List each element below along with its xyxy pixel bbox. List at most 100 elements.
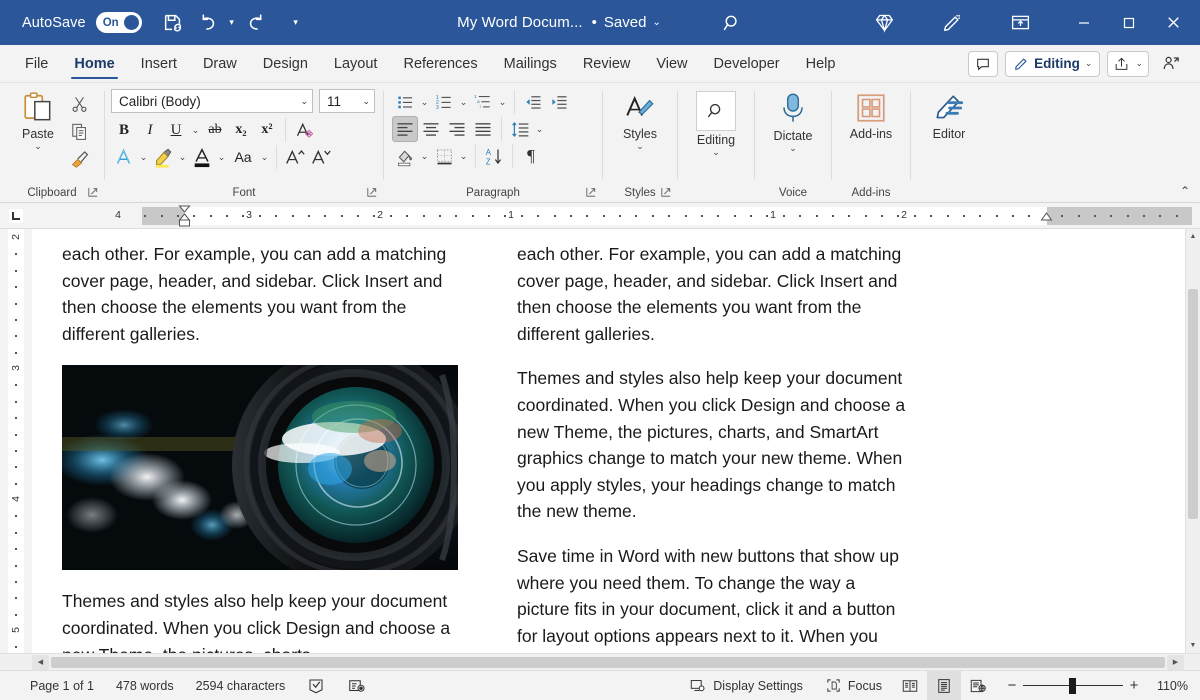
share-button[interactable]: ⌄ <box>1107 51 1149 77</box>
subscript-button[interactable]: x₂ <box>228 117 254 143</box>
change-case-chevron-down-icon[interactable]: ⌄ <box>258 144 271 170</box>
font-dialog-launcher-icon[interactable] <box>367 187 377 200</box>
minimize-icon[interactable] <box>1061 0 1106 45</box>
borders-button[interactable] <box>431 143 457 169</box>
font-name-combobox[interactable]: Calibri (Body) ⌄ <box>111 89 313 113</box>
ribbon-display-options-icon[interactable] <box>1003 6 1037 40</box>
font-color-chevron-down-icon[interactable]: ⌄ <box>215 144 228 170</box>
increase-indent-button[interactable] <box>546 89 572 115</box>
proofing-status[interactable] <box>296 671 336 700</box>
numbering-chevron-down-icon[interactable]: ⌄ <box>457 89 470 115</box>
scroll-down-arrow-icon[interactable]: ▼ <box>1186 638 1200 653</box>
undo-dropdown-chevron-down-icon[interactable]: ▾ <box>224 17 240 28</box>
horizontal-scrollbar-thumb[interactable] <box>51 657 1165 668</box>
styles-dialog-launcher-icon[interactable] <box>661 187 671 200</box>
scroll-up-arrow-icon[interactable]: ▲ <box>1186 229 1200 244</box>
autosave-toggle[interactable]: On <box>96 12 142 33</box>
document-page[interactable]: each other. For example, you can add a m… <box>32 229 1185 653</box>
align-right-button[interactable] <box>444 116 470 142</box>
text-effects-chevron-down-icon[interactable]: ⌄ <box>137 144 150 170</box>
tab-draw[interactable]: Draw <box>190 45 250 82</box>
grow-font-button[interactable] <box>282 144 308 170</box>
tab-design[interactable]: Design <box>250 45 321 82</box>
display-settings-button[interactable]: Display Settings <box>678 671 814 700</box>
editing-mode-button[interactable]: Editing ⌄ <box>1005 51 1100 77</box>
share-people-icon[interactable] <box>1156 51 1186 77</box>
multilevel-list-button[interactable]: 1 a i <box>470 89 496 115</box>
clear-formatting-button[interactable] <box>291 117 317 143</box>
zoom-slider[interactable]: − + <box>995 671 1151 700</box>
zoom-level[interactable]: 110% <box>1151 679 1200 693</box>
redo-icon[interactable] <box>240 6 274 40</box>
font-size-combobox[interactable]: 11 ⌄ <box>319 89 375 113</box>
underline-button[interactable]: U <box>163 117 189 143</box>
close-icon[interactable] <box>1151 0 1196 45</box>
bullets-chevron-down-icon[interactable]: ⌄ <box>418 89 431 115</box>
draw-pen-icon[interactable] <box>935 6 969 40</box>
line-spacing-chevron-down-icon[interactable]: ⌄ <box>533 116 546 142</box>
paragraph[interactable]: Save time in Word with new buttons that … <box>517 543 912 653</box>
addins-button[interactable]: Add-ins <box>838 89 904 141</box>
document-title[interactable]: My Word Docum... <box>457 14 583 31</box>
web-layout-button[interactable] <box>961 671 995 700</box>
change-case-button[interactable]: Aa <box>228 144 258 170</box>
tab-mailings[interactable]: Mailings <box>491 45 570 82</box>
bold-button[interactable]: B <box>111 117 137 143</box>
show-paragraph-marks-button[interactable]: ¶ <box>518 143 544 169</box>
vertical-ruler[interactable]: 2345 <box>0 229 32 653</box>
underline-chevron-down-icon[interactable]: ⌄ <box>189 117 202 143</box>
numbering-button[interactable]: 1 2 3 <box>431 89 457 115</box>
shrink-font-button[interactable] <box>308 144 334 170</box>
print-layout-button[interactable] <box>927 671 961 700</box>
saved-chevron-down-icon[interactable]: ⌄ <box>652 17 660 28</box>
text-highlight-chevron-down-icon[interactable]: ⌄ <box>176 144 189 170</box>
paragraph[interactable]: Themes and styles also help keep your do… <box>62 588 457 653</box>
align-center-button[interactable] <box>418 116 444 142</box>
zoom-out-button[interactable]: − <box>1001 671 1023 700</box>
shading-button[interactable] <box>392 143 418 169</box>
zoom-in-button[interactable]: + <box>1123 671 1145 700</box>
sort-button[interactable]: A Z <box>481 143 507 169</box>
vertical-scrollbar[interactable]: ▲ ▼ <box>1185 229 1200 653</box>
save-icon[interactable] <box>156 6 190 40</box>
format-painter-button[interactable] <box>66 145 92 171</box>
tab-references[interactable]: References <box>390 45 490 82</box>
horizontal-scrollbar-track[interactable] <box>49 655 1167 670</box>
saved-status[interactable]: Saved <box>604 14 647 31</box>
comment-icon[interactable] <box>968 51 998 77</box>
read-mode-button[interactable] <box>893 671 927 700</box>
paragraph[interactable]: each other. For example, you can add a m… <box>517 241 912 347</box>
multilevel-list-chevron-down-icon[interactable]: ⌄ <box>496 89 509 115</box>
focus-mode-button[interactable]: Focus <box>814 671 893 700</box>
paragraph-dialog-launcher-icon[interactable] <box>586 187 596 200</box>
decrease-indent-button[interactable] <box>520 89 546 115</box>
text-highlight-button[interactable] <box>150 144 176 170</box>
word-count[interactable]: 478 words <box>105 671 185 700</box>
tab-help[interactable]: Help <box>793 45 849 82</box>
borders-chevron-down-icon[interactable]: ⌄ <box>457 143 470 169</box>
paste-button[interactable]: Paste ⌄ <box>10 89 66 150</box>
accessibility-status[interactable] <box>336 671 377 700</box>
tab-review[interactable]: Review <box>570 45 644 82</box>
copilot-diamond-icon[interactable] <box>867 6 901 40</box>
scroll-left-arrow-icon[interactable]: ◀ <box>32 655 49 670</box>
justify-button[interactable] <box>470 116 496 142</box>
shading-chevron-down-icon[interactable]: ⌄ <box>418 143 431 169</box>
character-count[interactable]: 2594 characters <box>185 671 297 700</box>
collapse-ribbon-chevron-up-icon[interactable]: ⌃ <box>1180 184 1190 198</box>
align-left-button[interactable] <box>392 116 418 142</box>
tab-view[interactable]: View <box>643 45 700 82</box>
zoom-track[interactable] <box>1023 671 1123 700</box>
undo-icon[interactable] <box>190 6 224 40</box>
editing-button[interactable]: Editing ⌄ <box>684 89 748 156</box>
editor-button[interactable]: Editor <box>917 89 981 141</box>
paragraph[interactable]: each other. For example, you can add a m… <box>62 241 457 347</box>
strikethrough-button[interactable]: ab <box>202 117 228 143</box>
paragraph[interactable]: Themes and styles also help keep your do… <box>517 365 912 525</box>
styles-button[interactable]: Styles ⌄ <box>611 89 669 150</box>
maximize-icon[interactable] <box>1106 0 1151 45</box>
horizontal-ruler[interactable]: 432112 <box>32 207 1192 224</box>
horizontal-scrollbar[interactable]: ◀ ▶ <box>0 653 1200 670</box>
copy-button[interactable] <box>66 118 92 144</box>
italic-button[interactable]: I <box>137 117 163 143</box>
